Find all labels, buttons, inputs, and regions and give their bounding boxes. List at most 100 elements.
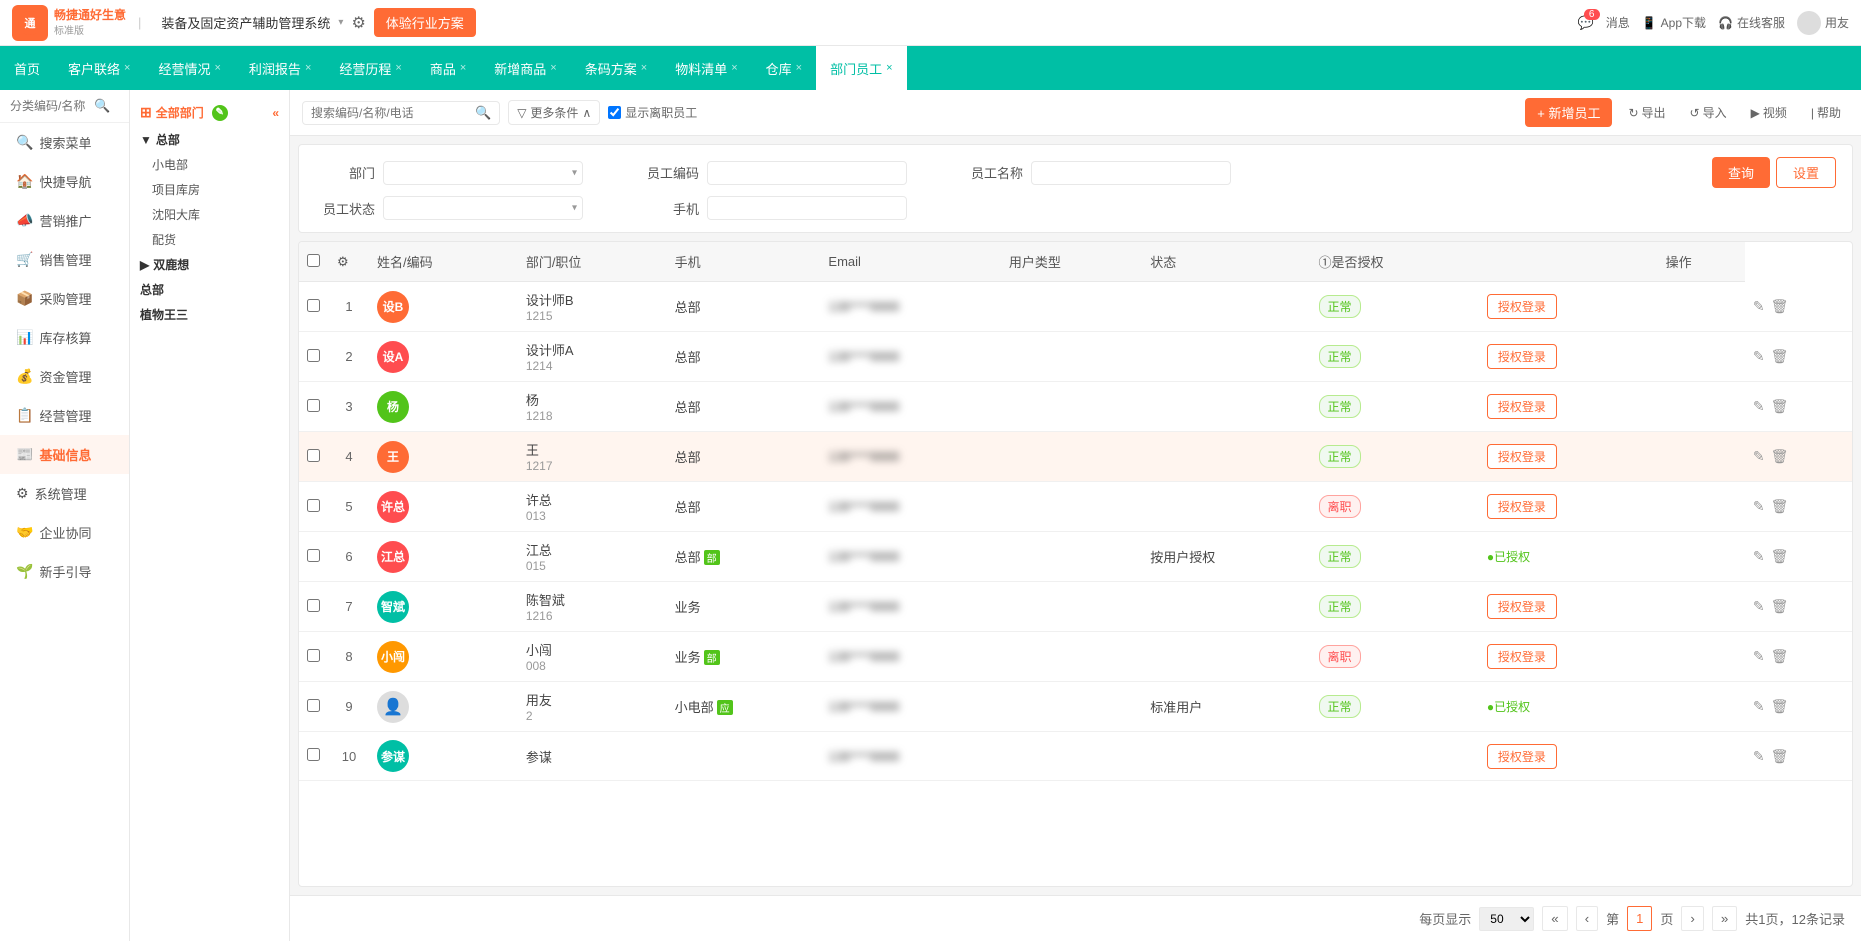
- edit-icon[interactable]: ✎: [1753, 598, 1765, 615]
- nav-close-商品[interactable]: ×: [460, 62, 466, 74]
- nav-item-物料清单[interactable]: 物料清单 ×: [661, 46, 751, 90]
- import-btn[interactable]: ↺ 导入: [1682, 100, 1735, 125]
- last-page-btn[interactable]: »: [1712, 906, 1737, 931]
- row-checkbox[interactable]: [307, 699, 320, 712]
- delete-icon[interactable]: 🗑: [1771, 348, 1789, 365]
- sidebar-item-搜索菜单[interactable]: 🔍搜索菜单: [0, 123, 129, 162]
- auth-login-btn[interactable]: 授权登录: [1487, 444, 1557, 469]
- help-btn[interactable]: | 帮助: [1803, 100, 1849, 125]
- dept-group-general[interactable]: ▼ 总部: [130, 127, 289, 152]
- auth-login-btn[interactable]: 授权登录: [1487, 644, 1557, 669]
- auth-login-btn[interactable]: 授权登录: [1487, 394, 1557, 419]
- nav-close-经营情况[interactable]: ×: [214, 62, 220, 74]
- edit-icon[interactable]: ✎: [1753, 748, 1765, 765]
- delete-icon[interactable]: 🗑: [1771, 648, 1789, 665]
- page-size-select[interactable]: 50 100: [1479, 907, 1534, 931]
- auth-login-btn[interactable]: 授权登录: [1487, 494, 1557, 519]
- sidebar-item-资金管理[interactable]: 💰资金管理: [0, 357, 129, 396]
- dept-edit-icon[interactable]: ✎: [212, 105, 228, 121]
- nav-item-部门员工[interactable]: 部门员工 ×: [816, 46, 906, 90]
- sidebar-search-icon[interactable]: 🔍: [94, 98, 110, 114]
- more-filter-btn[interactable]: ▽ 更多条件 ∧: [508, 100, 600, 125]
- delete-icon[interactable]: 🗑: [1771, 498, 1789, 515]
- search-input[interactable]: [311, 106, 471, 120]
- phone-input[interactable]: [707, 196, 907, 220]
- nav-close-利润报告[interactable]: ×: [305, 62, 311, 74]
- sidebar-search-input[interactable]: [10, 99, 90, 113]
- sidebar-item-经营管理[interactable]: 📋经营管理: [0, 396, 129, 435]
- dept-sub-shenyang[interactable]: 沈阳大库: [130, 202, 289, 227]
- dept-sub-xmku[interactable]: 项目库房: [130, 177, 289, 202]
- sidebar-item-企业协同[interactable]: 🤝企业协同: [0, 513, 129, 552]
- user-btn[interactable]: 用友: [1797, 11, 1849, 35]
- nav-close-客户联络[interactable]: ×: [124, 62, 130, 74]
- system-title-chevron[interactable]: ▾: [338, 17, 343, 28]
- sidebar-item-快捷导航[interactable]: 🏠快捷导航: [0, 162, 129, 201]
- row-checkbox[interactable]: [307, 748, 320, 761]
- edit-icon[interactable]: ✎: [1753, 298, 1765, 315]
- sidebar-item-采购管理[interactable]: 📦采购管理: [0, 279, 129, 318]
- nav-item-商品[interactable]: 商品 ×: [416, 46, 480, 90]
- online-service-btn[interactable]: 🎧 在线客服: [1718, 14, 1785, 31]
- app-download-btn[interactable]: 📱 App下载: [1642, 14, 1706, 31]
- select-all-checkbox[interactable]: [307, 254, 320, 267]
- nav-close-经营历程[interactable]: ×: [395, 62, 401, 74]
- sidebar-item-库存核算[interactable]: 📊库存核算: [0, 318, 129, 357]
- sidebar-item-基础信息[interactable]: 📰基础信息: [0, 435, 129, 474]
- row-checkbox[interactable]: [307, 449, 320, 462]
- add-employee-btn[interactable]: + 新增员工: [1525, 98, 1612, 127]
- nav-close-条码方案[interactable]: ×: [641, 62, 647, 74]
- delete-icon[interactable]: 🗑: [1771, 548, 1789, 565]
- delete-icon[interactable]: 🗑: [1771, 698, 1789, 715]
- auth-login-btn[interactable]: 授权登录: [1487, 344, 1557, 369]
- nav-item-仓库[interactable]: 仓库 ×: [752, 46, 816, 90]
- nav-close-物料清单[interactable]: ×: [731, 62, 737, 74]
- edit-icon[interactable]: ✎: [1753, 398, 1765, 415]
- delete-icon[interactable]: 🗑: [1771, 448, 1789, 465]
- nav-close-新增商品[interactable]: ×: [550, 62, 556, 74]
- delete-icon[interactable]: 🗑: [1771, 598, 1789, 615]
- dept-filter-select[interactable]: [383, 161, 583, 185]
- settings-icon[interactable]: ⚙: [351, 13, 365, 33]
- dept-group-zongbu[interactable]: 总部: [130, 277, 289, 302]
- dept-group-zhiwu[interactable]: 植物王三: [130, 302, 289, 327]
- search-icon[interactable]: 🔍: [475, 105, 491, 121]
- try-btn[interactable]: 体验行业方案: [374, 8, 476, 37]
- show-resigned-label[interactable]: 显示离职员工: [608, 104, 697, 121]
- auth-login-btn[interactable]: 授权登录: [1487, 294, 1557, 319]
- auth-login-btn[interactable]: 授权登录: [1487, 594, 1557, 619]
- emp-code-input[interactable]: [707, 161, 907, 185]
- nav-item-经营情况[interactable]: 经营情况 ×: [144, 46, 234, 90]
- sidebar-item-营销推广[interactable]: 📣营销推广: [0, 201, 129, 240]
- sidebar-item-销售管理[interactable]: 🛒销售管理: [0, 240, 129, 279]
- next-page-btn[interactable]: ›: [1681, 906, 1703, 931]
- nav-item-新增商品[interactable]: 新增商品 ×: [480, 46, 570, 90]
- nav-item-利润报告[interactable]: 利润报告 ×: [235, 46, 325, 90]
- row-checkbox[interactable]: [307, 649, 320, 662]
- dept-sub-xiaodian[interactable]: 小电部: [130, 152, 289, 177]
- row-checkbox[interactable]: [307, 499, 320, 512]
- delete-icon[interactable]: 🗑: [1771, 298, 1789, 315]
- row-checkbox[interactable]: [307, 599, 320, 612]
- dept-collapse-icon[interactable]: «: [272, 106, 279, 120]
- settings-col-icon[interactable]: ⚙: [337, 254, 349, 269]
- edit-icon[interactable]: ✎: [1753, 548, 1765, 565]
- sidebar-item-新手引导[interactable]: 🌱新手引导: [0, 552, 129, 591]
- dept-group-shuanglu[interactable]: ▶ 双鹿想: [130, 252, 289, 277]
- row-checkbox[interactable]: [307, 299, 320, 312]
- dept-sub-peihuo[interactable]: 配货: [130, 227, 289, 252]
- prev-page-btn[interactable]: ‹: [1576, 906, 1598, 931]
- nav-close-仓库[interactable]: ×: [796, 62, 802, 74]
- nav-item-经营历程[interactable]: 经营历程 ×: [325, 46, 415, 90]
- edit-icon[interactable]: ✎: [1753, 448, 1765, 465]
- view-btn[interactable]: ▶ 视频: [1743, 100, 1795, 125]
- message-btn[interactable]: 💬 6: [1578, 15, 1594, 31]
- nav-close-部门员工[interactable]: ×: [886, 62, 892, 74]
- row-checkbox[interactable]: [307, 399, 320, 412]
- query-btn[interactable]: 查询: [1712, 157, 1770, 188]
- nav-item-首页[interactable]: 首页: [0, 46, 54, 90]
- dept-all[interactable]: ⊞ 全部部门 ✎ «: [130, 98, 289, 127]
- set-btn[interactable]: 设置: [1776, 157, 1836, 188]
- emp-name-input[interactable]: [1031, 161, 1231, 185]
- edit-icon[interactable]: ✎: [1753, 698, 1765, 715]
